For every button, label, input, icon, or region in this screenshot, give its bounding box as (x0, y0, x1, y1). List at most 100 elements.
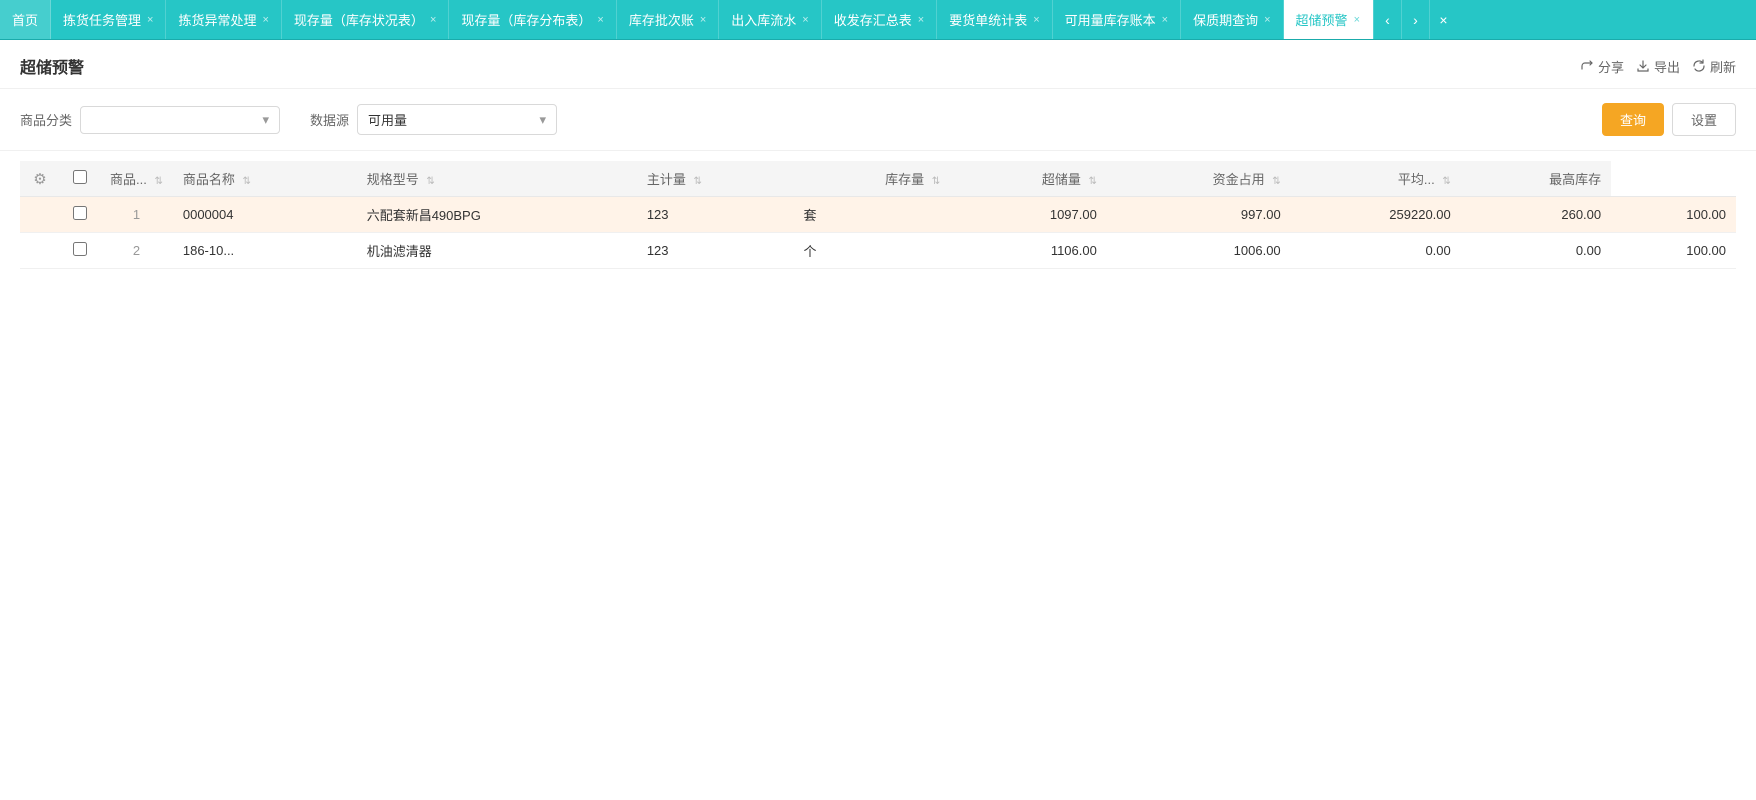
nav-tab-overstock-warning[interactable]: 超储预警 × (1284, 0, 1373, 40)
gear-column-header[interactable]: ⚙ (20, 161, 60, 197)
product-name-header-label: 商品名称 (183, 172, 235, 187)
nav-tab-batch-account[interactable]: 库存批次账 × (617, 0, 719, 40)
nav-tab-home[interactable]: 首页 (0, 0, 51, 40)
share-label: 分享 (1598, 57, 1624, 76)
nav-tab-quality-check-label: 保质期查询 (1193, 10, 1258, 29)
table-body: 1 0000004 六配套新昌490BPG 123 套 1097.00 997.… (20, 197, 1736, 269)
nav-tab-recv-send-label: 收发存汇总表 (834, 10, 912, 29)
nav-tab-inventory-status-label: 现存量（库存状况表） (294, 10, 424, 29)
page-title: 超储预警 (20, 54, 84, 78)
nav-tab-task-mgmt[interactable]: 拣货任务管理 × (51, 0, 166, 40)
refresh-label: 刷新 (1710, 57, 1736, 76)
close-overstock-warning-icon[interactable]: × (1354, 14, 1360, 26)
nav-tab-quality-check[interactable]: 保质期查询 × (1181, 0, 1283, 40)
datasource-value: 可用量 (368, 110, 407, 129)
spec-sort-icon: ⇅ (426, 176, 434, 187)
unit-column-header[interactable]: 主计量 ⇅ (637, 161, 794, 197)
filter-actions: 查询 设置 (1602, 103, 1736, 136)
capital-column-header[interactable]: 资金占用 ⇅ (1107, 161, 1291, 197)
nav-tab-task-mgmt-label: 拣货任务管理 (63, 10, 141, 29)
stock-column-header[interactable]: 库存量 ⇅ (794, 161, 951, 197)
datasource-select[interactable]: 可用量 ▾ (357, 104, 557, 135)
export-button[interactable]: 导出 (1636, 57, 1680, 76)
row-unit: 套 (794, 197, 951, 233)
nav-prev-arrow[interactable]: ‹ (1373, 0, 1401, 40)
query-button[interactable]: 查询 (1602, 103, 1664, 136)
row-checkbox[interactable] (73, 206, 87, 220)
settings-button[interactable]: 设置 (1672, 103, 1736, 136)
nav-tab-available-account-label: 可用量库存账本 (1065, 10, 1156, 29)
row-checkbox[interactable] (73, 242, 87, 256)
row-max-stock: 100.00 (1611, 197, 1736, 233)
close-recv-send-icon[interactable]: × (918, 14, 924, 26)
product-code-header-label: 商品... (110, 172, 147, 187)
table-row[interactable]: 2 186-10... 机油滤清器 123 个 1106.00 1006.00 … (20, 233, 1736, 269)
checkbox-column-header[interactable] (60, 161, 100, 197)
avg-header-label: 平均... (1398, 172, 1435, 187)
row-index: 1 (100, 197, 173, 233)
unit-header-label: 主计量 (647, 172, 686, 187)
category-select[interactable]: ▾ (80, 106, 280, 134)
max-stock-column-header[interactable]: 最高库存 (1461, 161, 1611, 197)
row-gear (20, 197, 60, 233)
share-icon (1580, 59, 1594, 73)
spec-column-header[interactable]: 规格型号 ⇅ (357, 161, 637, 197)
capital-header-label: 资金占用 (1213, 172, 1265, 187)
row-index: 2 (100, 233, 173, 269)
share-button[interactable]: 分享 (1580, 57, 1624, 76)
page-header: 超储预警 分享 导出 刷新 (0, 40, 1756, 89)
overstock-header-label: 超储量 (1042, 172, 1081, 187)
refresh-button[interactable]: 刷新 (1692, 57, 1736, 76)
product-code-sort-icon: ⇅ (154, 176, 162, 187)
nav-tab-abnormal[interactable]: 拣货异常处理 × (166, 0, 281, 40)
export-label: 导出 (1654, 57, 1680, 76)
nav-close-arrow[interactable]: × (1429, 0, 1457, 40)
row-overstock: 997.00 (1107, 197, 1291, 233)
close-order-stat-icon[interactable]: × (1033, 14, 1039, 26)
table-row[interactable]: 1 0000004 六配套新昌490BPG 123 套 1097.00 997.… (20, 197, 1736, 233)
nav-tab-overstock-warning-label: 超储预警 (1296, 10, 1348, 29)
row-avg: 260.00 (1461, 197, 1611, 233)
close-abnormal-icon[interactable]: × (262, 14, 268, 26)
product-name-column-header[interactable]: 商品名称 ⇅ (173, 161, 357, 197)
capital-sort-icon: ⇅ (1272, 176, 1280, 187)
category-dropdown-arrow: ▾ (262, 112, 269, 128)
close-inout-flow-icon[interactable]: × (802, 14, 808, 26)
gear-settings-icon[interactable]: ⚙ (33, 171, 46, 188)
nav-tab-inventory-dist[interactable]: 现存量（库存分布表） × (449, 0, 616, 40)
unit-sort-icon: ⇅ (693, 176, 701, 187)
nav-tab-recv-send[interactable]: 收发存汇总表 × (822, 0, 937, 40)
nav-tab-available-account[interactable]: 可用量库存账本 × (1053, 0, 1181, 40)
nav-tab-home-label: 首页 (12, 10, 38, 29)
close-inventory-status-icon[interactable]: × (430, 14, 436, 26)
nav-tab-inout-flow[interactable]: 出入库流水 × (719, 0, 821, 40)
nav-tab-inventory-dist-label: 现存量（库存分布表） (461, 10, 591, 29)
avg-column-header[interactable]: 平均... ⇅ (1291, 161, 1461, 197)
nav-next-arrow[interactable]: › (1401, 0, 1429, 40)
nav-tab-inventory-status[interactable]: 现存量（库存状况表） × (282, 0, 449, 40)
close-batch-account-icon[interactable]: × (700, 14, 706, 26)
close-task-mgmt-icon[interactable]: × (147, 14, 153, 26)
row-checkbox-cell[interactable] (60, 233, 100, 269)
stock-sort-icon: ⇅ (932, 176, 940, 187)
category-label: 商品分类 (20, 110, 72, 129)
row-product-name: 六配套新昌490BPG (357, 197, 637, 233)
close-inventory-dist-icon[interactable]: × (597, 14, 603, 26)
nav-tab-abnormal-label: 拣货异常处理 (178, 10, 256, 29)
overstock-column-header[interactable]: 超储量 ⇅ (950, 161, 1107, 197)
row-capital: 259220.00 (1291, 197, 1461, 233)
nav-tab-order-stat[interactable]: 要货单统计表 × (937, 0, 1052, 40)
filter-area: 商品分类 ▾ 数据源 可用量 ▾ 查询 设置 (0, 89, 1756, 151)
row-product-name: 机油滤清器 (357, 233, 637, 269)
close-available-account-icon[interactable]: × (1162, 14, 1168, 26)
refresh-icon (1692, 59, 1706, 73)
overstock-table: ⚙ 商品... ⇅ 商品名称 ⇅ 规格型号 ⇅ (20, 161, 1736, 269)
stock-header-label: 库存量 (885, 172, 924, 187)
row-checkbox-cell[interactable] (60, 197, 100, 233)
product-code-column-header[interactable]: 商品... ⇅ (100, 161, 173, 197)
select-all-checkbox[interactable] (73, 170, 87, 184)
close-quality-check-icon[interactable]: × (1264, 14, 1270, 26)
row-stock: 1097.00 (950, 197, 1107, 233)
main-content: 超储预警 分享 导出 刷新 (0, 40, 1756, 800)
row-spec: 123 (637, 233, 794, 269)
